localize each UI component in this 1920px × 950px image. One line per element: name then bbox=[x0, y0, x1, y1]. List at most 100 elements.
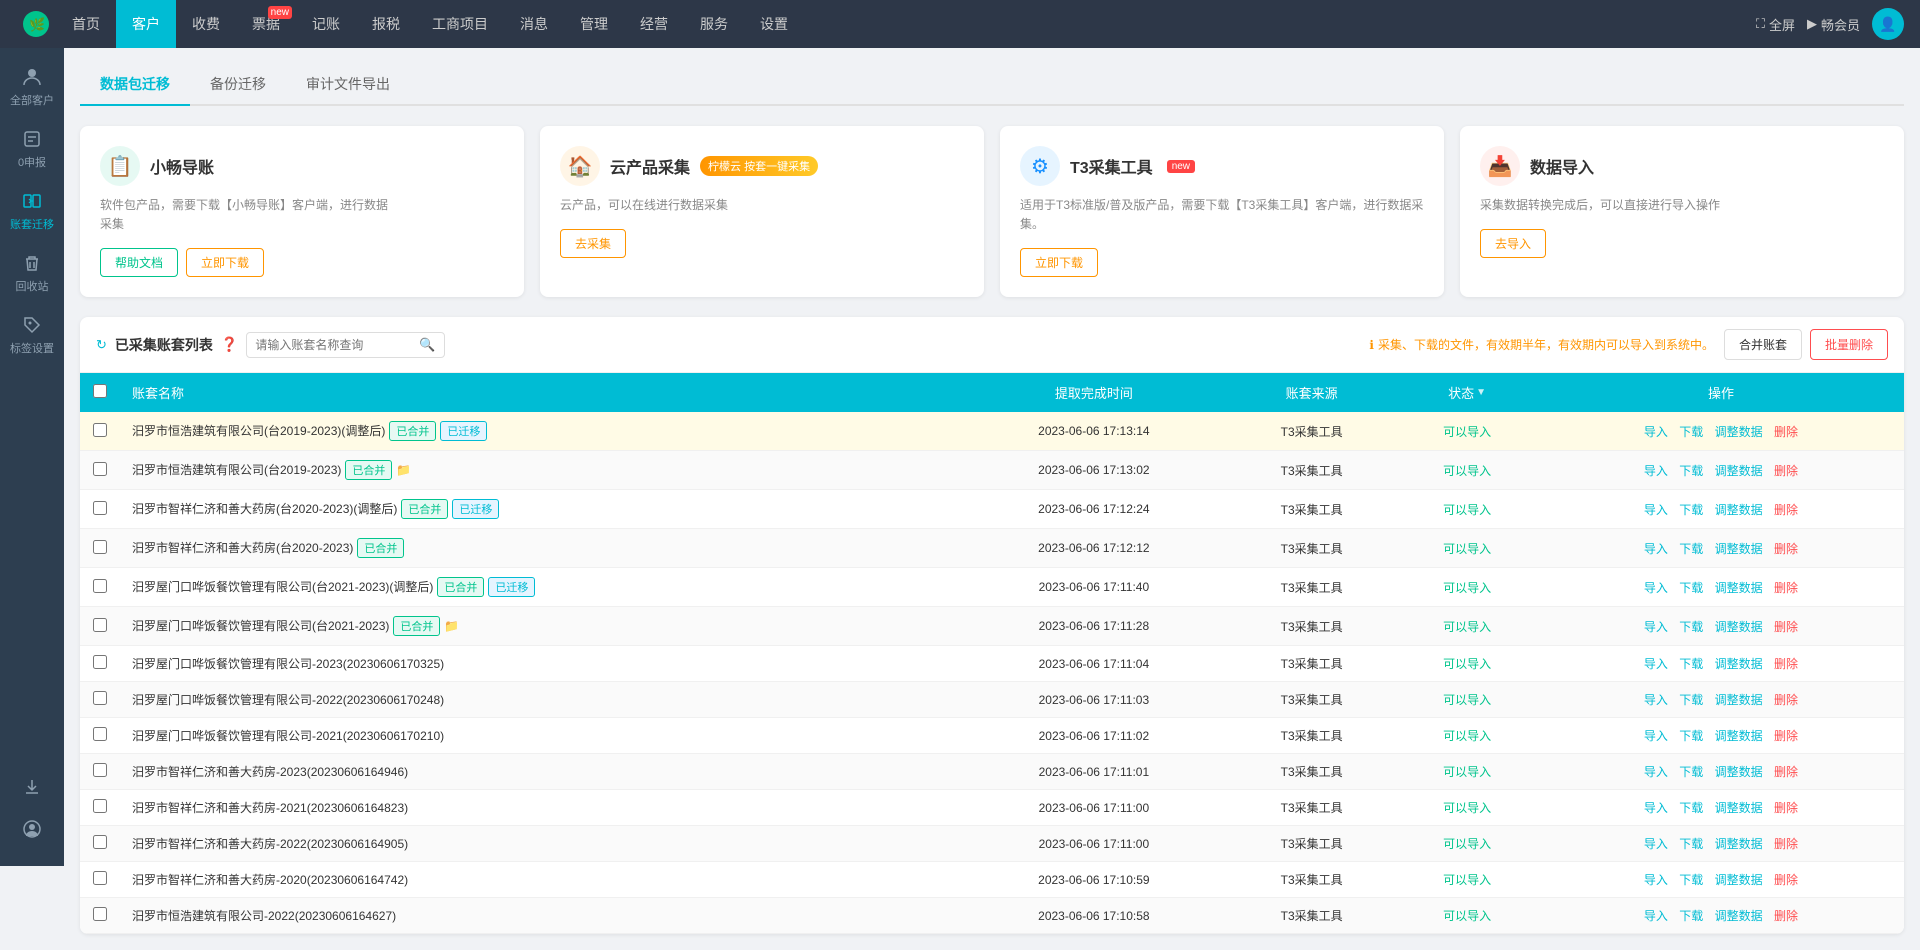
batch-delete-button[interactable]: 批量删除 bbox=[1810, 329, 1888, 360]
nav-invoice[interactable]: 票据new bbox=[236, 0, 296, 48]
delete-link[interactable]: 删除 bbox=[1774, 801, 1798, 815]
help-doc-button[interactable]: 帮助文档 bbox=[100, 248, 178, 277]
row-checkbox[interactable] bbox=[93, 907, 107, 921]
tab-backup-migration[interactable]: 备份迁移 bbox=[190, 64, 286, 106]
download-link[interactable]: 下载 bbox=[1679, 765, 1703, 779]
adjust-link[interactable]: 调整数据 bbox=[1715, 503, 1763, 517]
import-link[interactable]: 导入 bbox=[1644, 873, 1668, 887]
delete-link[interactable]: 删除 bbox=[1774, 837, 1798, 851]
delete-link[interactable]: 删除 bbox=[1774, 620, 1798, 634]
download-link[interactable]: 下载 bbox=[1679, 657, 1703, 671]
row-checkbox[interactable] bbox=[93, 462, 107, 476]
tab-audit-export[interactable]: 审计文件导出 bbox=[286, 64, 410, 106]
select-all-checkbox[interactable] bbox=[93, 384, 107, 398]
row-checkbox[interactable] bbox=[93, 691, 107, 705]
nav-manage[interactable]: 管理 bbox=[564, 0, 624, 48]
row-checkbox[interactable] bbox=[93, 618, 107, 632]
adjust-link[interactable]: 调整数据 bbox=[1715, 657, 1763, 671]
nav-billing[interactable]: 收费 bbox=[176, 0, 236, 48]
nav-home[interactable]: 首页 bbox=[56, 0, 116, 48]
sidebar-item-download[interactable] bbox=[21, 766, 43, 808]
sidebar-item-tag[interactable]: 标签设置 bbox=[0, 304, 64, 366]
refresh-icon[interactable]: ↻ bbox=[96, 337, 107, 353]
adjust-link[interactable]: 调整数据 bbox=[1715, 581, 1763, 595]
delete-link[interactable]: 删除 bbox=[1774, 542, 1798, 556]
member-button[interactable]: ▶ 畅会员 bbox=[1807, 15, 1860, 34]
search-button[interactable]: 🔍 bbox=[419, 337, 435, 353]
adjust-link[interactable]: 调整数据 bbox=[1715, 425, 1763, 439]
download-link[interactable]: 下载 bbox=[1679, 620, 1703, 634]
download-link[interactable]: 下载 bbox=[1679, 464, 1703, 478]
download-link[interactable]: 下载 bbox=[1679, 425, 1703, 439]
merge-accounts-button[interactable]: 合并账套 bbox=[1724, 329, 1802, 360]
adjust-link[interactable]: 调整数据 bbox=[1715, 693, 1763, 707]
adjust-link[interactable]: 调整数据 bbox=[1715, 729, 1763, 743]
import-link[interactable]: 导入 bbox=[1644, 801, 1668, 815]
fullscreen-button[interactable]: ⛶ 全屏 bbox=[1756, 15, 1795, 34]
delete-link[interactable]: 删除 bbox=[1774, 657, 1798, 671]
download-link[interactable]: 下载 bbox=[1679, 503, 1703, 517]
delete-link[interactable]: 删除 bbox=[1774, 873, 1798, 887]
search-input[interactable] bbox=[255, 338, 415, 352]
nav-tax[interactable]: 报税 bbox=[356, 0, 416, 48]
row-checkbox[interactable] bbox=[93, 799, 107, 813]
avatar[interactable]: 👤 bbox=[1872, 8, 1904, 40]
sidebar-item-trash[interactable]: 回收站 bbox=[0, 242, 64, 304]
download-now-button-3[interactable]: 立即下载 bbox=[1020, 248, 1098, 277]
row-checkbox[interactable] bbox=[93, 540, 107, 554]
adjust-link[interactable]: 调整数据 bbox=[1715, 837, 1763, 851]
row-checkbox[interactable] bbox=[93, 579, 107, 593]
import-link[interactable]: 导入 bbox=[1644, 657, 1668, 671]
row-checkbox[interactable] bbox=[93, 501, 107, 515]
sidebar-item-all-customers[interactable]: 全部客户 bbox=[0, 56, 64, 118]
adjust-link[interactable]: 调整数据 bbox=[1715, 873, 1763, 887]
download-link[interactable]: 下载 bbox=[1679, 837, 1703, 851]
download-link[interactable]: 下载 bbox=[1679, 873, 1703, 887]
row-checkbox[interactable] bbox=[93, 423, 107, 437]
adjust-link[interactable]: 调整数据 bbox=[1715, 765, 1763, 779]
import-link[interactable]: 导入 bbox=[1644, 503, 1668, 517]
nav-service[interactable]: 服务 bbox=[684, 0, 744, 48]
delete-link[interactable]: 删除 bbox=[1774, 464, 1798, 478]
nav-message[interactable]: 消息 bbox=[504, 0, 564, 48]
import-link[interactable]: 导入 bbox=[1644, 581, 1668, 595]
download-now-button-1[interactable]: 立即下载 bbox=[186, 248, 264, 277]
row-checkbox[interactable] bbox=[93, 835, 107, 849]
nav-settings[interactable]: 设置 bbox=[744, 0, 804, 48]
th-status[interactable]: 状态 bbox=[1396, 373, 1538, 412]
app-logo[interactable]: 🌿 bbox=[16, 10, 56, 38]
folder-icon[interactable]: 📁 bbox=[396, 463, 411, 477]
delete-link[interactable]: 删除 bbox=[1774, 425, 1798, 439]
import-link[interactable]: 导入 bbox=[1644, 765, 1668, 779]
import-link[interactable]: 导入 bbox=[1644, 693, 1668, 707]
adjust-link[interactable]: 调整数据 bbox=[1715, 464, 1763, 478]
nav-business[interactable]: 工商项目 bbox=[416, 0, 504, 48]
tab-data-migration[interactable]: 数据包迁移 bbox=[80, 64, 190, 106]
adjust-link[interactable]: 调整数据 bbox=[1715, 542, 1763, 556]
nav-customer[interactable]: 客户 bbox=[116, 0, 176, 48]
delete-link[interactable]: 删除 bbox=[1774, 503, 1798, 517]
sidebar-item-zero-report[interactable]: 0申报 bbox=[0, 118, 64, 180]
import-link[interactable]: 导入 bbox=[1644, 909, 1668, 923]
go-collect-button[interactable]: 去采集 bbox=[560, 229, 626, 258]
nav-operation[interactable]: 经营 bbox=[624, 0, 684, 48]
import-link[interactable]: 导入 bbox=[1644, 542, 1668, 556]
sidebar-item-user-settings[interactable] bbox=[21, 808, 43, 850]
download-link[interactable]: 下载 bbox=[1679, 729, 1703, 743]
download-link[interactable]: 下载 bbox=[1679, 909, 1703, 923]
delete-link[interactable]: 删除 bbox=[1774, 765, 1798, 779]
help-icon[interactable]: ❓ bbox=[221, 336, 238, 353]
folder-icon[interactable]: 📁 bbox=[444, 619, 459, 633]
import-link[interactable]: 导入 bbox=[1644, 729, 1668, 743]
row-checkbox[interactable] bbox=[93, 727, 107, 741]
import-link[interactable]: 导入 bbox=[1644, 837, 1668, 851]
download-link[interactable]: 下载 bbox=[1679, 693, 1703, 707]
download-link[interactable]: 下载 bbox=[1679, 542, 1703, 556]
adjust-link[interactable]: 调整数据 bbox=[1715, 801, 1763, 815]
download-link[interactable]: 下载 bbox=[1679, 581, 1703, 595]
delete-link[interactable]: 删除 bbox=[1774, 909, 1798, 923]
row-checkbox[interactable] bbox=[93, 763, 107, 777]
delete-link[interactable]: 删除 bbox=[1774, 693, 1798, 707]
row-checkbox[interactable] bbox=[93, 871, 107, 885]
go-import-button[interactable]: 去导入 bbox=[1480, 229, 1546, 258]
